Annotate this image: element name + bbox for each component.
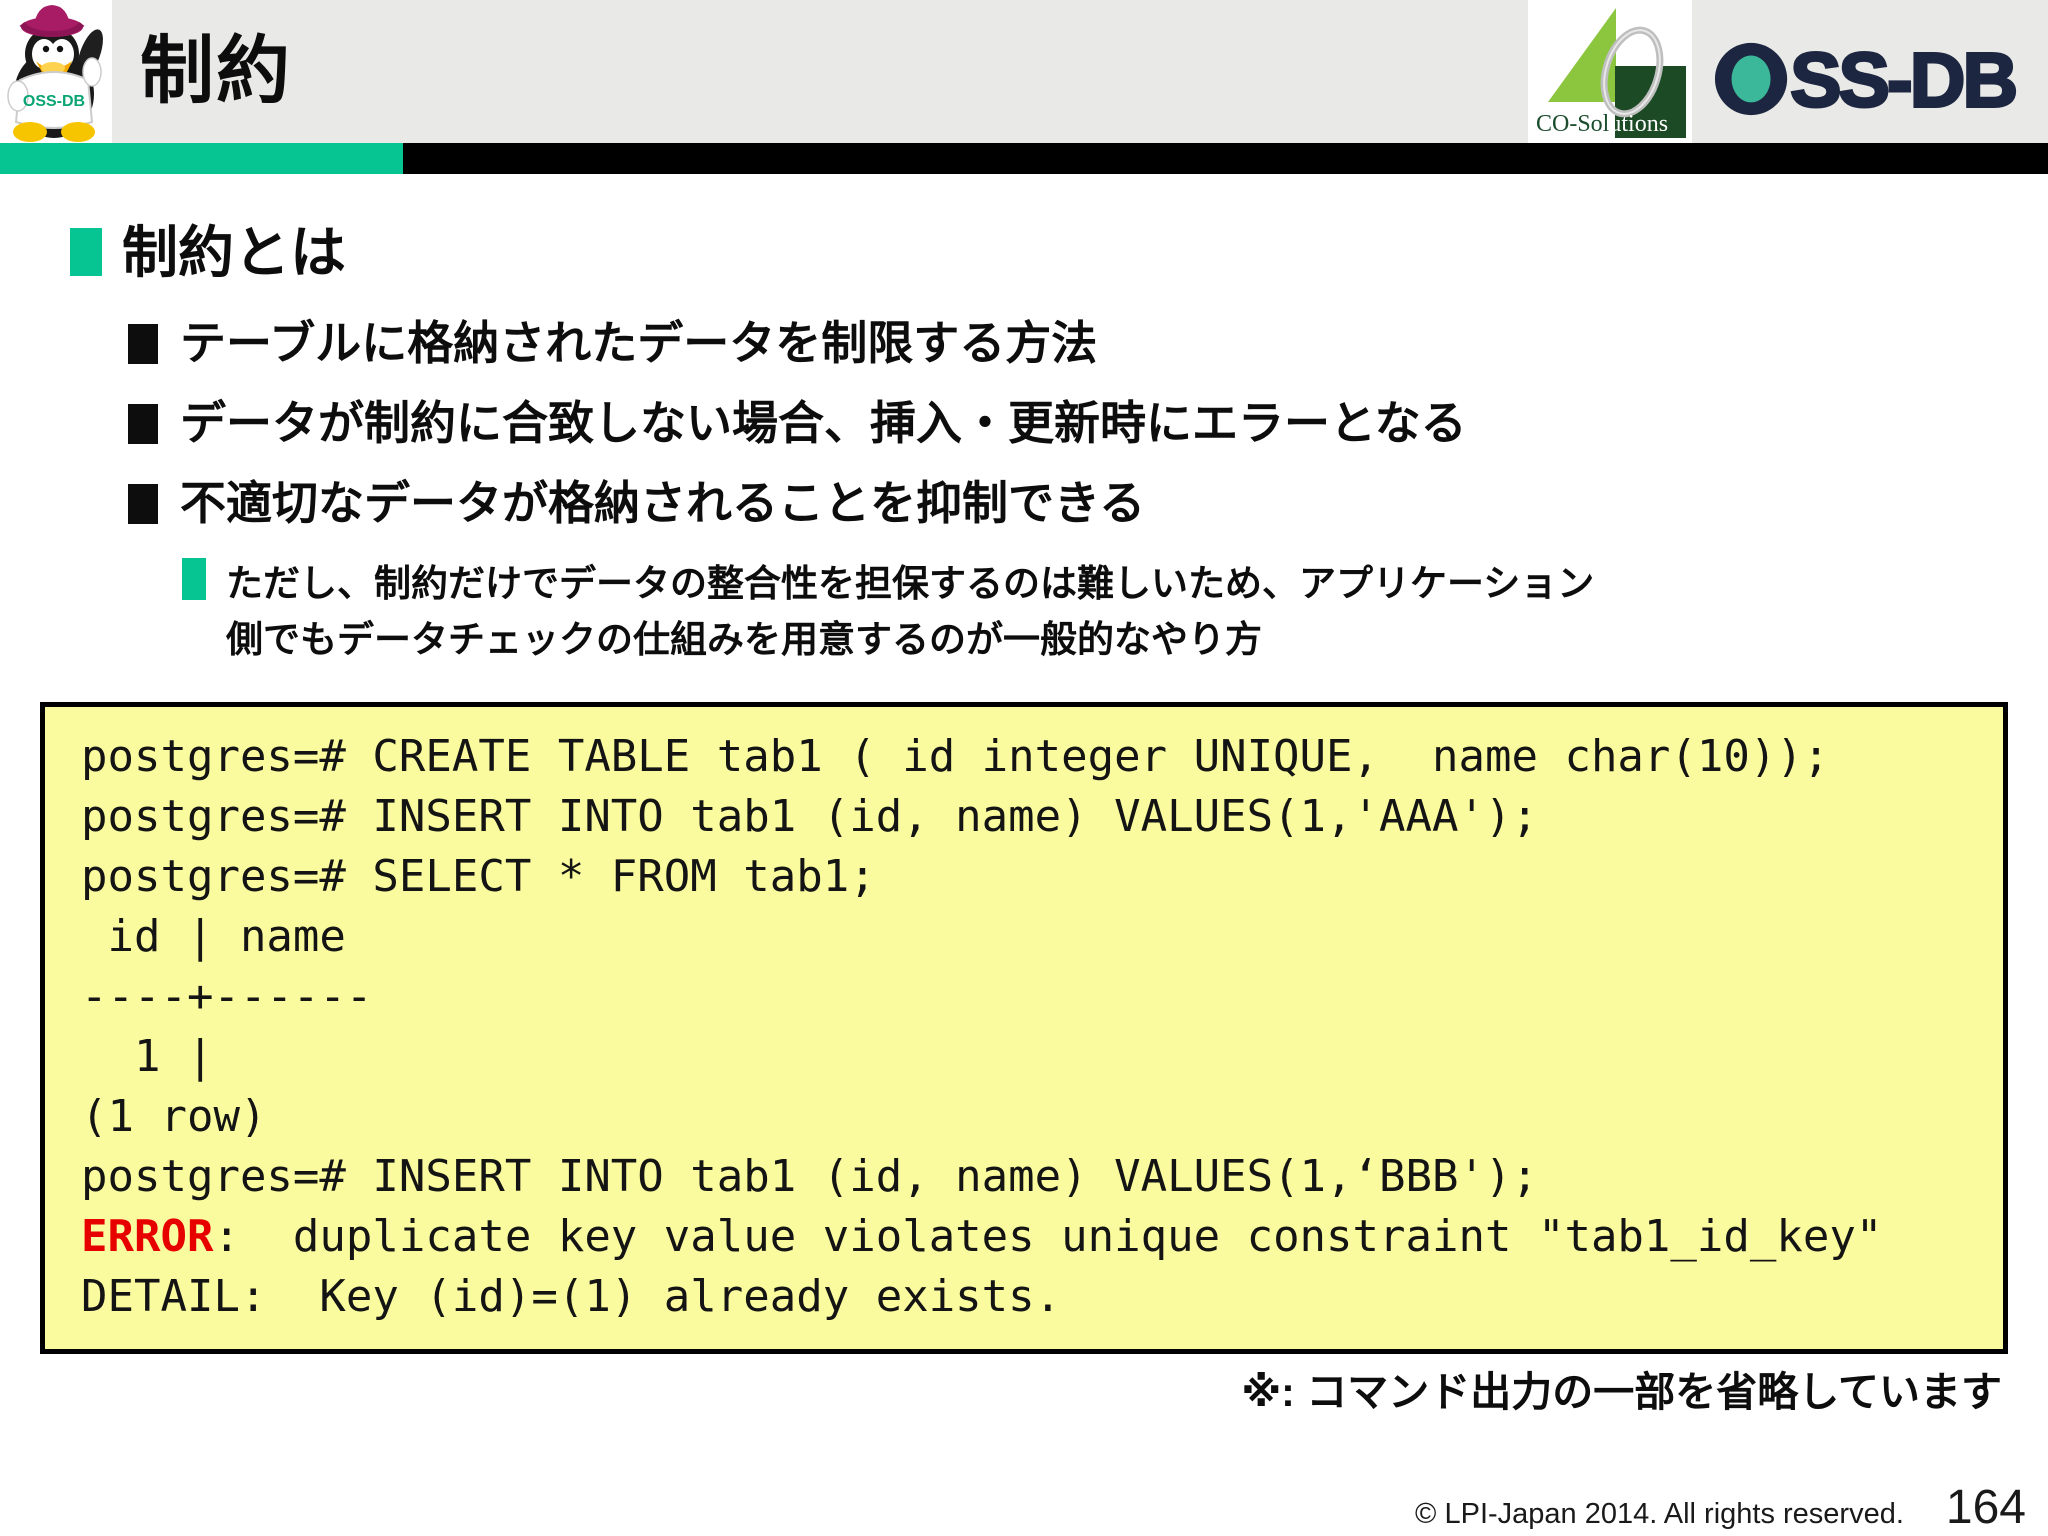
terminal-line: id | name [81,907,2003,967]
error-message: : duplicate key value violates unique co… [213,1211,1882,1262]
bullet-item: テーブルに格納されたデータを制限する方法 [128,318,1097,369]
oss-db-mascot-logo: OSS-DB [0,0,112,143]
accent-bar-green [0,143,403,174]
terminal-line: postgres=# INSERT INTO tab1 (id, name) V… [81,787,2003,847]
black-square-bullet-icon [128,404,158,444]
terminal-output-box: postgres=# CREATE TABLE tab1 ( id intege… [40,702,2008,1354]
oss-db-logo: SS-DB [1712,38,2034,118]
page-number: 164 [1946,1480,2026,1535]
co-solutions-text-light: utions [1609,111,1668,137]
bullet-item: データが制約に合致しない場合、挿入・更新時にエラーとなる [128,398,1467,449]
accent-bar-black [403,143,2048,174]
header-band: OSS-DB 制約 CO-Solutions [0,0,2048,143]
black-square-bullet-icon [128,324,158,364]
co-solutions-logo-graphic: CO-Solutions [1528,0,1692,143]
section-heading: 制約とは [70,222,346,284]
terminal-line: 1 | [81,1027,2003,1087]
sub-bullet-line1: ただし、制約だけでデータの整合性を担保するのは難しいため、アプリケーション [226,556,1594,612]
terminal-line: postgres=# SELECT * FROM tab1; [81,847,2003,907]
sub-bullet-line2: 側でもデータチェックの仕組みを用意するのが一般的なやり方 [226,612,1594,668]
footer: © LPI-Japan 2014. All rights reserved. 1… [1415,1480,2026,1535]
sub-bullet-label: ただし、制約だけでデータの整合性を担保するのは難しいため、アプリケーション 側で… [226,556,1594,668]
svg-text:CO-Solutions: CO-Solutions [1536,111,1668,137]
terminal-error-line: ERROR: duplicate key value violates uniq… [81,1207,2003,1267]
bullet-label: テーブルに格納されたデータを制限する方法 [180,318,1097,369]
co-solutions-logo: CO-Solutions [1528,0,1692,143]
section-heading-label: 制約とは [122,222,346,284]
slide: OSS-DB 制約 CO-Solutions [0,0,2048,1536]
page-title: 制約 [140,34,292,108]
omission-note: ※: コマンド出力の一部を省略しています [1241,1358,2002,1418]
terminal-line: ----+------ [81,967,2003,1027]
sub-bullet-item: ただし、制約だけでデータの整合性を担保するのは難しいため、アプリケーション 側で… [182,556,1594,668]
bullet-label: 不適切なデータが格納されることを抑制できる [180,478,1145,529]
black-square-bullet-icon [128,484,158,524]
copyright-text: © LPI-Japan 2014. All rights reserved. [1415,1498,1904,1531]
co-solutions-text-dark: CO-Sol [1536,111,1610,137]
green-square-bullet-icon [70,228,102,276]
green-square-bullet-icon [182,558,206,600]
oss-db-logo-graphic: SS-DB [1712,38,2034,118]
terminal-line: postgres=# INSERT INTO tab1 (id, name) V… [81,1147,2003,1207]
terminal-detail-line: DETAIL: Key (id)=(1) already exists. [81,1267,2003,1327]
mascot-shirt-text: OSS-DB [23,93,85,110]
ossdb-logo-text: SS-DB [1790,38,2015,118]
terminal-line: postgres=# CREATE TABLE tab1 ( id intege… [81,727,2003,787]
terminal-line: (1 row) [81,1087,2003,1147]
bullet-label: データが制約に合致しない場合、挿入・更新時にエラーとなる [180,398,1467,449]
bullet-item: 不適切なデータが格納されることを抑制できる [128,478,1145,529]
error-label: ERROR [81,1211,213,1262]
penguin-mascot-icon: OSS-DB [0,0,112,143]
